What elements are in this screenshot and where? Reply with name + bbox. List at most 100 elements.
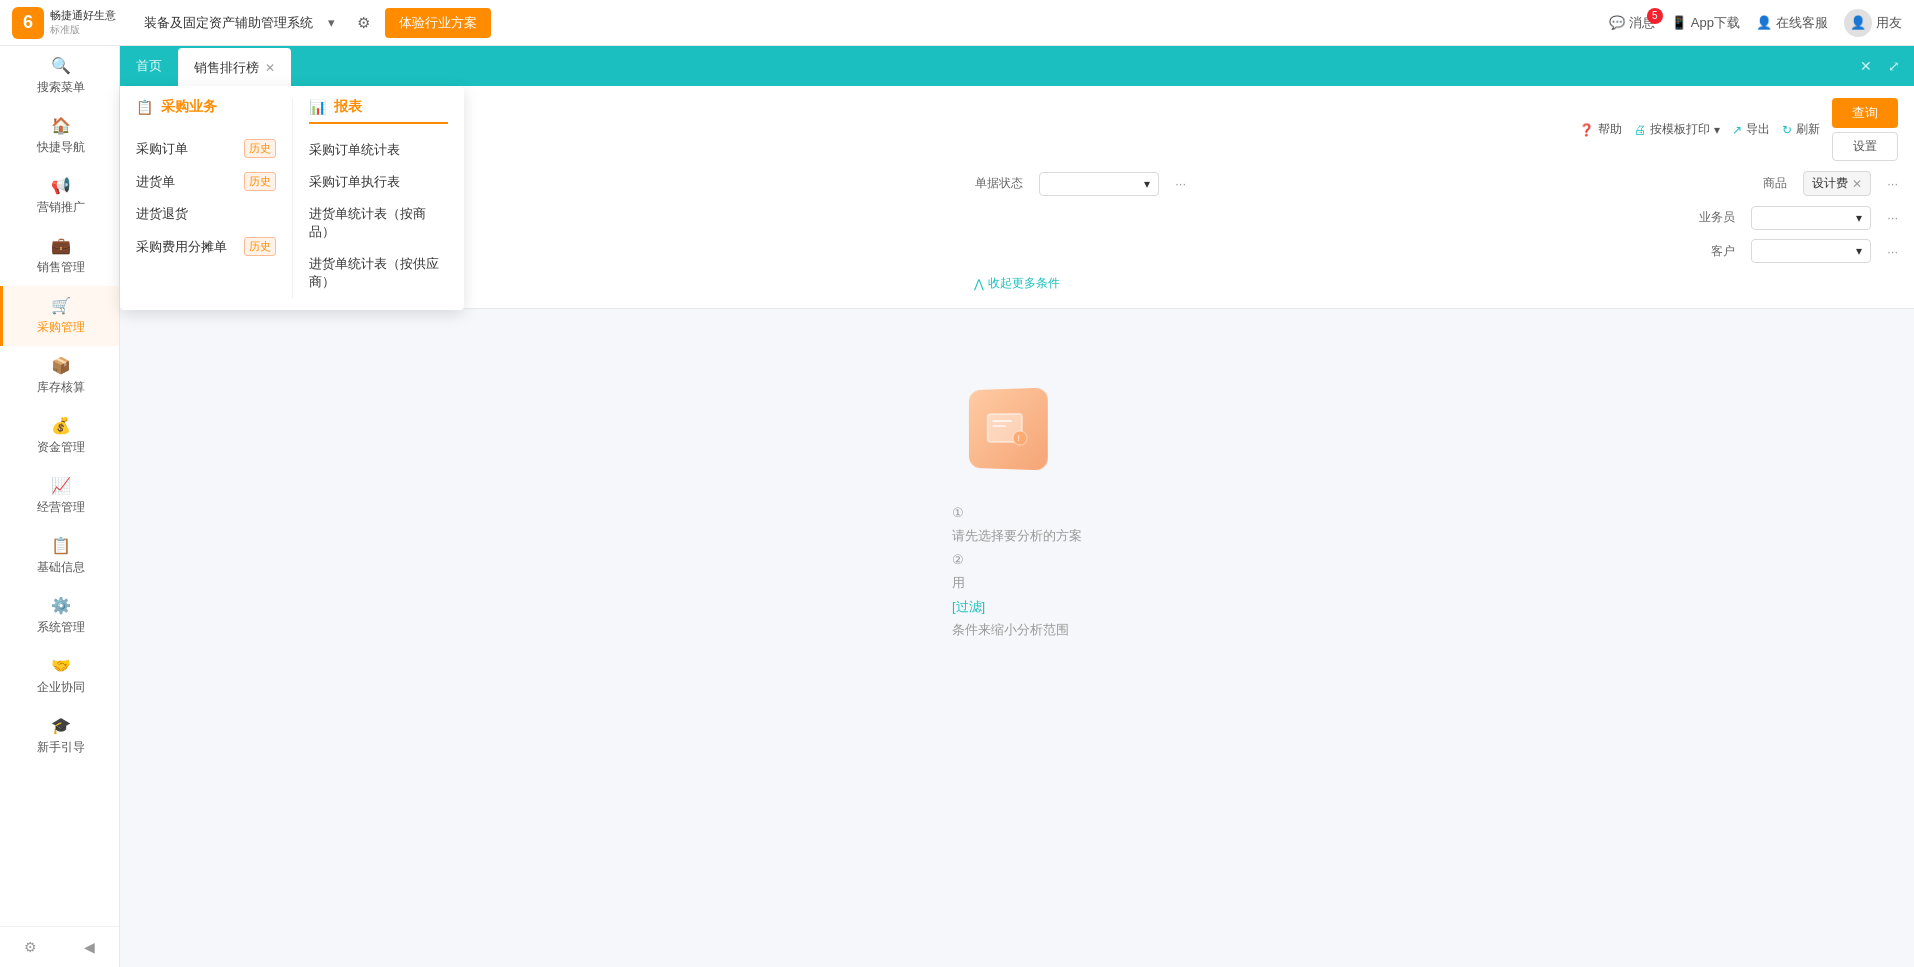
print-icon: 🖨 xyxy=(1634,123,1646,137)
empty-state: ! ① 请先选择要分析的方案 ② 用[过滤]条件来缩小分析范围 xyxy=(120,309,1914,721)
sidebar-label-enterprise: 企业协同 xyxy=(37,679,85,696)
goods-tag-close[interactable]: ✕ xyxy=(1852,177,1862,191)
purchase-col: 📋 采购业务 采购订单 历史 进货单 历史 进货退货 采购费用分摊单 历史 xyxy=(120,98,292,298)
purchase-col-title: 采购业务 xyxy=(161,98,217,116)
sidebar-label-search: 搜索菜单 xyxy=(37,79,85,96)
expense-history: 历史 xyxy=(244,237,276,256)
sidebar-item-operations[interactable]: 📈 经营管理 xyxy=(0,466,119,526)
collapse-icon: ⋀ xyxy=(974,277,984,291)
sidebar-icon-marketing: 📢 xyxy=(51,176,71,195)
logo-area: 6 畅捷通好生意 标准版 xyxy=(12,7,132,39)
svg-text:!: ! xyxy=(1017,433,1020,443)
doc-status-dropdown-icon: ▾ xyxy=(1144,177,1150,191)
incoming-label: 进货单 xyxy=(136,173,175,191)
incoming-stats-supplier-label: 进货单统计表（按供应商） xyxy=(309,255,449,291)
tab-sales-rank[interactable]: 销售排行榜 ✕ xyxy=(178,48,291,88)
online-service-btn[interactable]: 👤 在线客服 xyxy=(1756,14,1828,32)
sidebar-item-inventory[interactable]: 📦 库存核算 xyxy=(0,346,119,406)
sidebar-label-finance: 资金管理 xyxy=(37,439,85,456)
report-col-title: 报表 xyxy=(334,98,362,116)
sidebar-item-enterprise[interactable]: 🤝 企业协同 xyxy=(0,646,119,706)
sidebar-icon-purchase: 🛒 xyxy=(51,296,71,315)
settings-icon[interactable]: ⚙ xyxy=(349,9,377,37)
svg-rect-1 xyxy=(992,420,1012,422)
user-menu[interactable]: 👤 用友 xyxy=(1844,9,1902,37)
incoming-stats-product-label: 进货单统计表（按商品） xyxy=(309,205,449,241)
sidebar-label-system: 系统管理 xyxy=(37,619,85,636)
industry-button[interactable]: 体验行业方案 xyxy=(385,8,491,38)
help-btn[interactable]: ❓ 帮助 xyxy=(1579,121,1622,138)
sidebar-icon-basic-info: 📋 xyxy=(51,536,71,555)
phone-icon: 📱 xyxy=(1671,15,1687,30)
sidebar-settings-btn[interactable]: ⚙ xyxy=(24,939,37,955)
refresh-btn[interactable]: ↻ 刷新 xyxy=(1782,121,1820,138)
purchase-col-icon: 📋 xyxy=(136,99,153,115)
tab-expand-btn[interactable]: ⤢ xyxy=(1882,54,1906,78)
dropdown-item-purchase-order[interactable]: 采购订单 历史 xyxy=(136,132,276,165)
print-btn[interactable]: 🖨 按模板打印 ▾ xyxy=(1634,121,1720,138)
goods-more[interactable]: ··· xyxy=(1887,176,1898,191)
sidebar-item-guide[interactable]: 🎓 新手引导 xyxy=(0,706,119,766)
sidebar-item-search[interactable]: 🔍 搜索菜单 xyxy=(0,46,119,106)
notification-btn[interactable]: 💬 消息 5 xyxy=(1609,14,1655,32)
doc-status-more[interactable]: ··· xyxy=(1175,176,1186,191)
doc-status-label: 单据状态 xyxy=(975,175,1023,192)
dropdown-item-return[interactable]: 进货退货 xyxy=(136,198,276,230)
notification-icon: 💬 xyxy=(1609,15,1625,30)
export-btn[interactable]: ↗ 导出 xyxy=(1732,121,1770,138)
sidebar-label-sales: 销售管理 xyxy=(37,259,85,276)
dropdown-item-order-stats[interactable]: 采购订单统计表 xyxy=(309,134,449,166)
sidebar-item-system[interactable]: ⚙️ 系统管理 xyxy=(0,586,119,646)
sidebar-item-marketing[interactable]: 📢 营销推广 xyxy=(0,166,119,226)
filter-keyword: [过滤] xyxy=(952,595,1082,618)
sidebar-item-purchase[interactable]: 🛒 采购管理 xyxy=(0,286,119,346)
goods-label: 商品 xyxy=(1763,175,1787,192)
customer-label: 客户 xyxy=(1711,243,1735,260)
service-icon: 👤 xyxy=(1756,15,1772,30)
dropdown-item-incoming-stats-supplier[interactable]: 进货单统计表（按供应商） xyxy=(309,248,449,298)
customer-more[interactable]: ··· xyxy=(1887,244,1898,259)
salesperson-label: 业务员 xyxy=(1699,209,1735,226)
sidebar-icon-quick-nav: 🏠 xyxy=(51,116,71,135)
tab-close-all-btn[interactable]: ✕ xyxy=(1854,54,1878,78)
collapse-btn[interactable]: ⋀ 收起更多条件 xyxy=(974,275,1060,292)
dropdown-item-incoming-stats-product[interactable]: 进货单统计表（按商品） xyxy=(309,198,449,248)
salesperson-select[interactable]: ▾ xyxy=(1751,206,1871,230)
notification-badge: 5 xyxy=(1647,8,1663,24)
settings-button[interactable]: 设置 xyxy=(1832,132,1898,161)
order-exec-label: 采购订单执行表 xyxy=(309,173,400,191)
app-download-btn[interactable]: 📱 App下载 xyxy=(1671,14,1740,32)
sidebar-item-finance[interactable]: 💰 资金管理 xyxy=(0,406,119,466)
tab-home-label: 首页 xyxy=(136,57,162,75)
tab-close-btn[interactable]: ✕ xyxy=(265,61,275,75)
sidebar-collapse-btn[interactable]: ◀ xyxy=(84,939,95,955)
refresh-label: 刷新 xyxy=(1796,121,1820,138)
customer-dropdown-icon: ▾ xyxy=(1856,244,1862,258)
sidebar-label-operations: 经营管理 xyxy=(37,499,85,516)
query-button[interactable]: 查询 xyxy=(1832,98,1898,128)
dropdown-cols: 📋 采购业务 采购订单 历史 进货单 历史 进货退货 采购费用分摊单 历史 xyxy=(120,98,464,298)
sidebar-item-sales[interactable]: 💼 销售管理 xyxy=(0,226,119,286)
dropdown-item-expense[interactable]: 采购费用分摊单 历史 xyxy=(136,230,276,263)
dropdown-item-order-exec[interactable]: 采购订单执行表 xyxy=(309,166,449,198)
report-col-icon: 📊 xyxy=(309,99,326,115)
header-right: 💬 消息 5 📱 App下载 👤 在线客服 👤 用友 xyxy=(1609,9,1902,37)
user-avatar: 👤 xyxy=(1844,9,1872,37)
salesperson-more[interactable]: ··· xyxy=(1887,210,1898,225)
system-dropdown-btn[interactable]: ▾ xyxy=(321,13,341,33)
sidebar-item-basic-info[interactable]: 📋 基础信息 xyxy=(0,526,119,586)
dropdown-menu: 📋 采购业务 采购订单 历史 进货单 历史 进货退货 采购费用分摊单 历史 xyxy=(120,86,464,310)
doc-status-select[interactable]: ▾ xyxy=(1039,172,1159,196)
svg-rect-2 xyxy=(992,425,1006,427)
sidebar: 🔍 搜索菜单 🏠 快捷导航 📢 营销推广 💼 销售管理 🛒 采购管理 📦 库存核… xyxy=(0,46,120,967)
system-title: 装备及固定资产辅助管理系统 xyxy=(144,14,313,32)
expense-label: 采购费用分摊单 xyxy=(136,238,227,256)
sidebar-icon-enterprise: 🤝 xyxy=(51,656,71,675)
help-label: 帮助 xyxy=(1598,121,1622,138)
order-stats-label: 采购订单统计表 xyxy=(309,141,400,159)
sidebar-item-quick-nav[interactable]: 🏠 快捷导航 xyxy=(0,106,119,166)
customer-select[interactable]: ▾ xyxy=(1751,239,1871,263)
tab-home[interactable]: 首页 xyxy=(120,46,178,86)
print-dropdown-icon[interactable]: ▾ xyxy=(1714,123,1720,137)
dropdown-item-incoming[interactable]: 进货单 历史 xyxy=(136,165,276,198)
